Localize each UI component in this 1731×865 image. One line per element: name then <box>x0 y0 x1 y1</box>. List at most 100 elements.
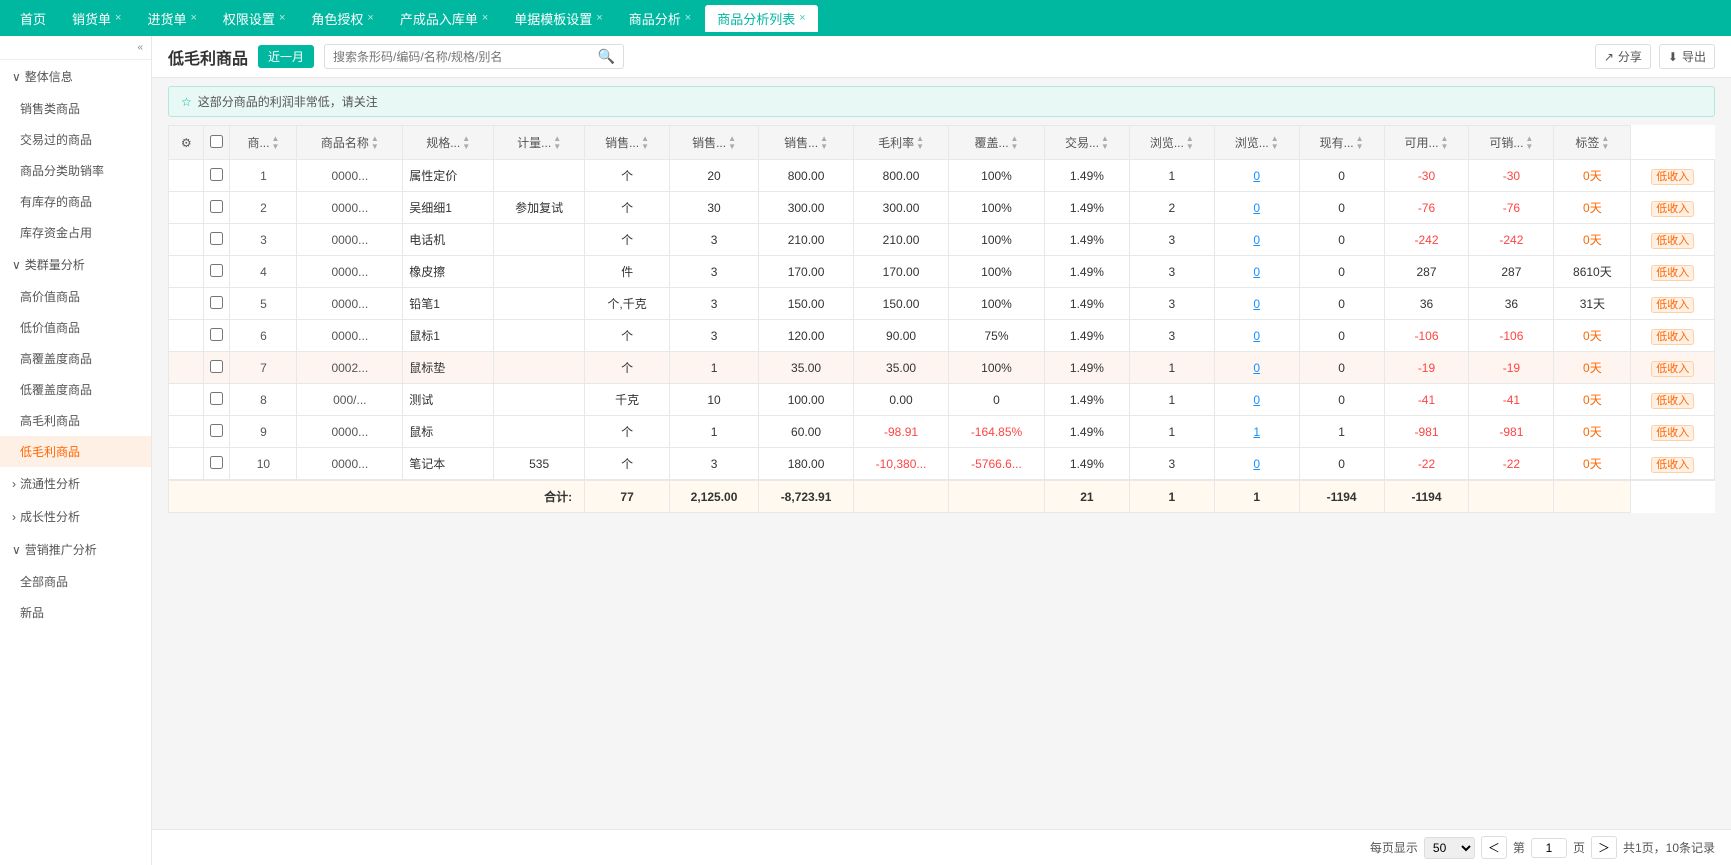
row-views1[interactable]: 0 <box>1214 192 1299 224</box>
row-select-checkbox[interactable] <box>210 328 223 341</box>
nav-close-analysis-list[interactable]: × <box>799 12 805 24</box>
search-icon[interactable]: 🔍 <box>598 48 615 65</box>
select-all-checkbox[interactable] <box>210 135 223 148</box>
sidebar-item-capital[interactable]: 库存资金占用 <box>0 217 151 248</box>
row-views1[interactable]: 0 <box>1214 256 1299 288</box>
row-views1[interactable]: 0 <box>1214 448 1299 481</box>
row-select-checkbox[interactable] <box>210 232 223 245</box>
sidebar-group-circulation[interactable]: › 流通性分析 <box>0 467 151 500</box>
date-filter-button[interactable]: 近一月 <box>258 45 314 68</box>
th-coverage[interactable]: 覆盖...▲▼ <box>949 126 1045 160</box>
nav-item-analysis[interactable]: 商品分析 × <box>617 5 703 32</box>
tag-badge: 低收入 <box>1651 265 1694 281</box>
nav-close-template[interactable]: × <box>596 12 602 24</box>
row-views1[interactable]: 0 <box>1214 288 1299 320</box>
sidebar-group-cluster[interactable]: ∨ 类群量分析 <box>0 248 151 281</box>
th-sales-qty[interactable]: 销售...▲▼ <box>585 126 670 160</box>
row-checkbox[interactable] <box>204 320 230 352</box>
row-checkbox[interactable] <box>204 288 230 320</box>
row-select-checkbox[interactable] <box>210 200 223 213</box>
row-views1[interactable]: 0 <box>1214 352 1299 384</box>
row-transactions: 3 <box>1129 320 1214 352</box>
sidebar-item-sales-goods[interactable]: 销售类商品 <box>0 93 151 124</box>
th-transactions[interactable]: 交易...▲▼ <box>1044 126 1129 160</box>
th-spec[interactable]: 规格...▲▼ <box>403 126 494 160</box>
nav-close-purchase[interactable]: × <box>190 12 196 24</box>
sidebar-group-marketing[interactable]: ∨ 营销推广分析 <box>0 533 151 566</box>
row-transactions: 3 <box>1129 448 1214 481</box>
th-unit[interactable]: 计量...▲▼ <box>494 126 585 160</box>
nav-item-sales[interactable]: 销货单 × <box>60 5 133 32</box>
export-button[interactable]: ⬇ 导出 <box>1659 44 1715 69</box>
row-checkbox[interactable] <box>204 256 230 288</box>
th-gross-margin[interactable]: 毛利率▲▼ <box>854 126 949 160</box>
sidebar-item-traded-goods[interactable]: 交易过的商品 <box>0 124 151 155</box>
nav-item-role[interactable]: 角色授权 × <box>299 5 385 32</box>
row-checkbox[interactable] <box>204 192 230 224</box>
nav-close-sales[interactable]: × <box>115 12 121 24</box>
nav-close-analysis[interactable]: × <box>685 12 691 24</box>
sidebar-item-high-value[interactable]: 高价值商品 <box>0 281 151 312</box>
nav-close-product[interactable]: × <box>482 12 488 24</box>
sidebar-item-low-coverage[interactable]: 低覆盖度商品 <box>0 374 151 405</box>
row-select-checkbox[interactable] <box>210 168 223 181</box>
th-settings[interactable]: ⚙ <box>169 126 204 160</box>
sidebar-item-stocked-goods[interactable]: 有库存的商品 <box>0 186 151 217</box>
row-select-checkbox[interactable] <box>210 296 223 309</box>
sidebar-item-low-value[interactable]: 低价值商品 <box>0 312 151 343</box>
sidebar-item-high-margin[interactable]: 高毛利商品 <box>0 405 151 436</box>
sidebar-item-high-coverage[interactable]: 高覆盖度商品 <box>0 343 151 374</box>
sidebar-item-all-goods[interactable]: 全部商品 <box>0 566 151 597</box>
sidebar-item-new-goods[interactable]: 新品 <box>0 597 151 628</box>
nav-item-permission[interactable]: 权限设置 × <box>211 5 297 32</box>
row-views1[interactable]: 1 <box>1214 416 1299 448</box>
sidebar-collapse-btn[interactable]: « <box>137 42 143 53</box>
th-sales-price[interactable]: 销售...▲▼ <box>670 126 759 160</box>
row-checkbox[interactable] <box>204 160 230 192</box>
search-input[interactable] <box>333 50 598 64</box>
notice-icon: ☆ <box>181 95 192 109</box>
nav-item-analysis-list[interactable]: 商品分析列表 × <box>705 5 817 32</box>
row-select-checkbox[interactable] <box>210 456 223 469</box>
row-tag: 低收入 <box>1631 160 1715 192</box>
row-checkbox[interactable] <box>204 448 230 481</box>
th-name[interactable]: 商品名称▲▼ <box>297 126 403 160</box>
row-views1[interactable]: 0 <box>1214 384 1299 416</box>
sidebar-item-low-margin[interactable]: 低毛利商品 <box>0 436 151 467</box>
row-select-checkbox[interactable] <box>210 360 223 373</box>
th-tag[interactable]: 标签▲▼ <box>1554 126 1631 160</box>
row-select-checkbox[interactable] <box>210 264 223 277</box>
sidebar-group-overall[interactable]: ∨ 整体信息 <box>0 60 151 93</box>
sidebar-item-category-rate[interactable]: 商品分类助销率 <box>0 155 151 186</box>
th-code[interactable]: 商...▲▼ <box>230 126 297 160</box>
nav-item-product[interactable]: 产成品入库单 × <box>388 5 500 32</box>
row-checkbox[interactable] <box>204 224 230 256</box>
nav-item-template[interactable]: 单据模板设置 × <box>502 5 614 32</box>
th-sales-amount[interactable]: 销售...▲▼ <box>759 126 854 160</box>
row-checkbox[interactable] <box>204 352 230 384</box>
th-views2[interactable]: 浏览...▲▼ <box>1214 126 1299 160</box>
sidebar-group-growth[interactable]: › 成长性分析 <box>0 500 151 533</box>
row-select-checkbox[interactable] <box>210 392 223 405</box>
nav-label-purchase: 进货单 <box>147 9 186 28</box>
page-size-select[interactable]: 50 10 20 100 <box>1424 837 1475 859</box>
th-stock-sellable[interactable]: 可销...▲▼ <box>1469 126 1554 160</box>
share-button[interactable]: ↗ 分享 <box>1595 44 1651 69</box>
row-checkbox[interactable] <box>204 384 230 416</box>
nav-close-permission[interactable]: × <box>279 12 285 24</box>
next-page-button[interactable]: ＞ <box>1591 836 1617 859</box>
nav-close-role[interactable]: × <box>367 12 373 24</box>
nav-item-purchase[interactable]: 进货单 × <box>135 5 208 32</box>
row-views1[interactable]: 0 <box>1214 224 1299 256</box>
th-stock-available[interactable]: 可用...▲▼ <box>1384 126 1469 160</box>
nav-item-home[interactable]: 首页 <box>8 5 58 32</box>
row-checkbox[interactable] <box>204 416 230 448</box>
th-stock-current[interactable]: 现有...▲▼ <box>1299 126 1384 160</box>
row-views1[interactable]: 0 <box>1214 320 1299 352</box>
row-views1[interactable]: 0 <box>1214 160 1299 192</box>
row-select-checkbox[interactable] <box>210 424 223 437</box>
th-checkbox[interactable] <box>204 126 230 160</box>
th-views1[interactable]: 浏览...▲▼ <box>1129 126 1214 160</box>
page-number-input[interactable] <box>1531 838 1567 858</box>
prev-page-button[interactable]: ＜ <box>1481 836 1507 859</box>
